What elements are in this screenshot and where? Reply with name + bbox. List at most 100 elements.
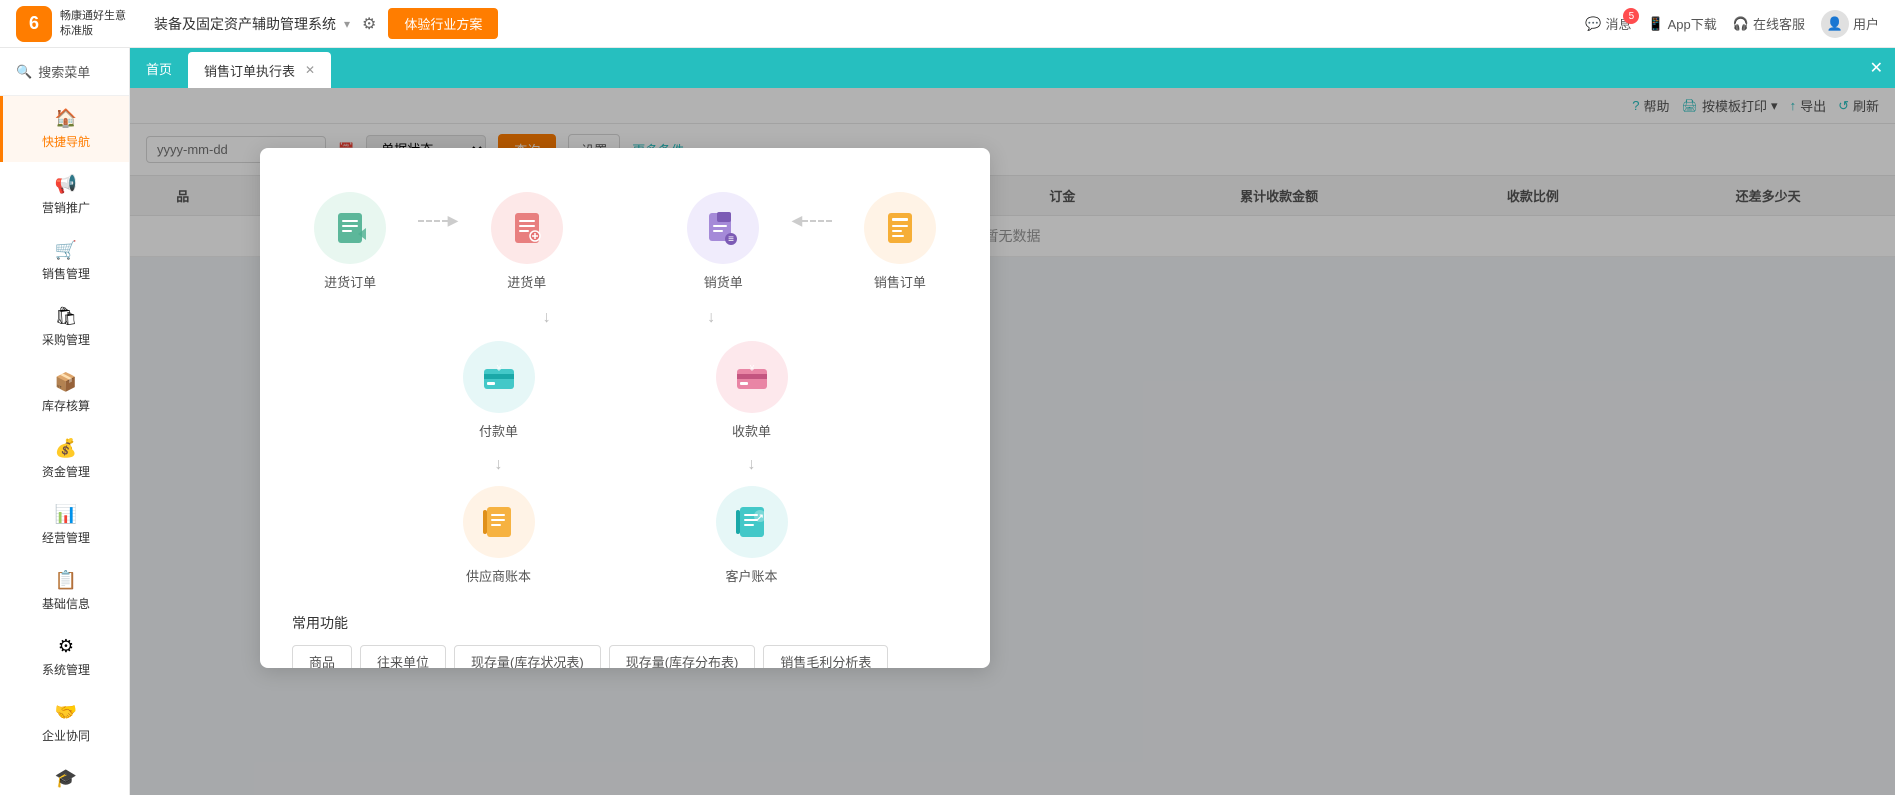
sidebar-item-system[interactable]: ⚙ 系统管理 [0,624,129,690]
logo-icon: 6 [16,6,52,42]
avatar: 👤 [1821,10,1849,38]
sidebar-item-label: 快捷导航 [42,133,90,150]
headset-icon: 🎧 [1733,16,1749,32]
flow-item-payment[interactable]: ¥ 付款单 [451,329,547,452]
func-btn-stock-dist[interactable]: 现存量(库存分布表) [609,645,756,668]
purchase-order-circle [314,192,386,264]
sidebar-item-enterprise[interactable]: 🤝 企业协同 [0,690,129,756]
home-icon: 🏠 [55,108,77,129]
sales-icon: 🛒 [55,240,77,261]
sidebar-item-sales[interactable]: 🛒 销售管理 [0,228,129,294]
tab-sales-order[interactable]: 销售订单执行表 ✕ [188,52,331,88]
payment-circle: ¥ [463,341,535,413]
sales-order-icon [880,208,920,248]
trial-button[interactable]: 体验行业方案 [388,8,498,39]
sidebar-item-inventory[interactable]: 📦 库存核算 [0,360,129,426]
sidebar-item-marketing[interactable]: 📢 营销推广 [0,162,129,228]
modal: 进货订单 ▶ [260,148,990,668]
purchase-bill-label: 进货单 [507,272,546,291]
svg-text:≡: ≡ [728,234,734,245]
sales-bill-label: 销货单 [704,272,743,291]
func-btn-counterpart[interactable]: 往来单位 [360,645,446,668]
sidebar-item-purchase[interactable]: 🛍 采购管理 [0,294,129,360]
receipt-icon: ¥ [732,357,772,397]
payment-label: 付款单 [479,421,518,440]
system-name: 装备及固定资产辅助管理系统 [154,14,336,34]
sidebar-item-basic[interactable]: 📋 基础信息 [0,558,129,624]
sidebar-item-label: 资金管理 [42,463,90,480]
sidebar-item-newbie[interactable]: 🎓 新手引导 [0,756,129,795]
content-area: 首页 销售订单执行表 ✕ ✕ ? 帮助 🖨 按 [130,48,1895,795]
sidebar-item-label: 营销推广 [42,199,90,216]
receipt-circle: ¥ [716,341,788,413]
arrow-r1: ▶ [418,180,458,229]
app-download-item[interactable]: 📱 App下载 [1647,14,1716,33]
search-button[interactable]: 🔍 搜索菜单 [8,58,121,85]
message-badge: 5 [1623,8,1639,24]
sales-bill-circle: ≡ [687,192,759,264]
common-functions: 常用功能 商品 往来单位 现存量(库存状况表) 现存量(库存分布表) 销售毛利分… [292,613,958,668]
flow-item-purchase-bill[interactable]: 进货单 [479,180,575,303]
operations-icon: 📊 [55,504,77,525]
customer-ledger-label: 客户账本 [725,566,777,585]
spacer-arrow-2 [840,309,912,327]
sales-order-node-label: 销售订单 [874,272,926,291]
down-arrow-sales: ↓ [675,309,747,327]
down-arrow-purchase: ↓ [511,309,583,327]
supplier-ledger-icon [479,502,519,542]
tab-sales-order-label: 销售订单执行表 [204,61,295,80]
purchase-icon: 🛍 [55,306,78,327]
page-content: ? 帮助 🖨 按模板打印 ▾ ↑ 导出 ↺ 刷新 [130,88,1895,795]
dropdown-icon[interactable]: ▾ [344,17,350,31]
sidebar-item-label: 企业协同 [42,727,90,744]
tab-home[interactable]: 首页 [130,48,188,88]
flow-item-customer-ledger[interactable]: ↗ 客户账本 [704,474,800,597]
customer-ledger-circle: ↗ [716,486,788,558]
finance-icon: 💰 [55,438,77,459]
flow-item-supplier-ledger[interactable]: 供应商账本 [451,474,547,597]
svg-text:↗: ↗ [756,512,764,522]
tab-close-icon[interactable]: ✕ [305,63,315,77]
enterprise-icon: 🤝 [55,702,77,723]
flow-item-sales-order-node[interactable]: 销售订单 [852,180,948,303]
tab-home-label: 首页 [146,59,172,78]
system-icon: ⚙ [58,636,74,657]
sidebar-item-operations[interactable]: 📊 经营管理 [0,492,129,558]
sidebar-item-finance[interactable]: 💰 资金管理 [0,426,129,492]
function-grid: 商品 往来单位 现存量(库存状况表) 现存量(库存分布表) 销售毛利分析表 商品… [292,645,958,668]
window-close-button[interactable]: ✕ [1870,58,1883,78]
purchase-bill-circle [491,192,563,264]
common-functions-title: 常用功能 [292,613,958,633]
settings-icon[interactable]: ⚙ [362,14,376,34]
newbie-icon: 🎓 [55,768,77,789]
sidebar-item-quick-nav[interactable]: 🏠 快捷导航 [0,96,129,162]
svg-text:¥: ¥ [748,364,754,373]
flow-item-sales-bill[interactable]: ≡ 销货单 [675,180,771,303]
search-icon: 🔍 [16,64,32,80]
arrows-row2: ↓ ↓ [292,456,958,474]
app-wrapper: 6 畅康通好生意 标准版 装备及固定资产辅助管理系统 ▾ ⚙ 体验行业方案 💬 … [0,0,1895,795]
func-btn-sales-margin[interactable]: 销售毛利分析表 [763,645,888,668]
arrows-row: ↓ ↓ [292,307,958,329]
user-item[interactable]: 👤 用户 [1821,10,1879,38]
purchase-order-icon [330,208,370,248]
payment-icon: ¥ [479,357,519,397]
func-btn-stock-status[interactable]: 现存量(库存状况表) [454,645,601,668]
search-label: 搜索菜单 [38,62,90,81]
online-service-label: 在线客服 [1753,14,1805,33]
message-icon: 💬 [1585,16,1601,32]
func-btn-product[interactable]: 商品 [292,645,352,668]
logo-area: 6 畅康通好生意 标准版 [16,6,146,42]
purchase-bill-icon [507,208,547,248]
sidebar-item-label: 系统管理 [42,661,90,678]
flow-item-purchase-order[interactable]: 进货订单 [302,180,398,303]
inventory-icon: 📦 [55,372,77,393]
online-service-item[interactable]: 🎧 在线客服 [1733,14,1805,33]
supplier-ledger-label: 供应商账本 [466,566,531,585]
receipt-label: 收款单 [732,421,771,440]
down-arrow-payment: ↓ [463,456,535,474]
main-area: 🔍 搜索菜单 🏠 快捷导航 📢 营销推广 🛒 销售管理 🛍 采购管理 [0,48,1895,795]
message-item[interactable]: 💬 消息 5 [1585,14,1631,33]
app-download-label: App下载 [1668,14,1717,33]
flow-item-receipt[interactable]: ¥ 收款单 [704,329,800,452]
